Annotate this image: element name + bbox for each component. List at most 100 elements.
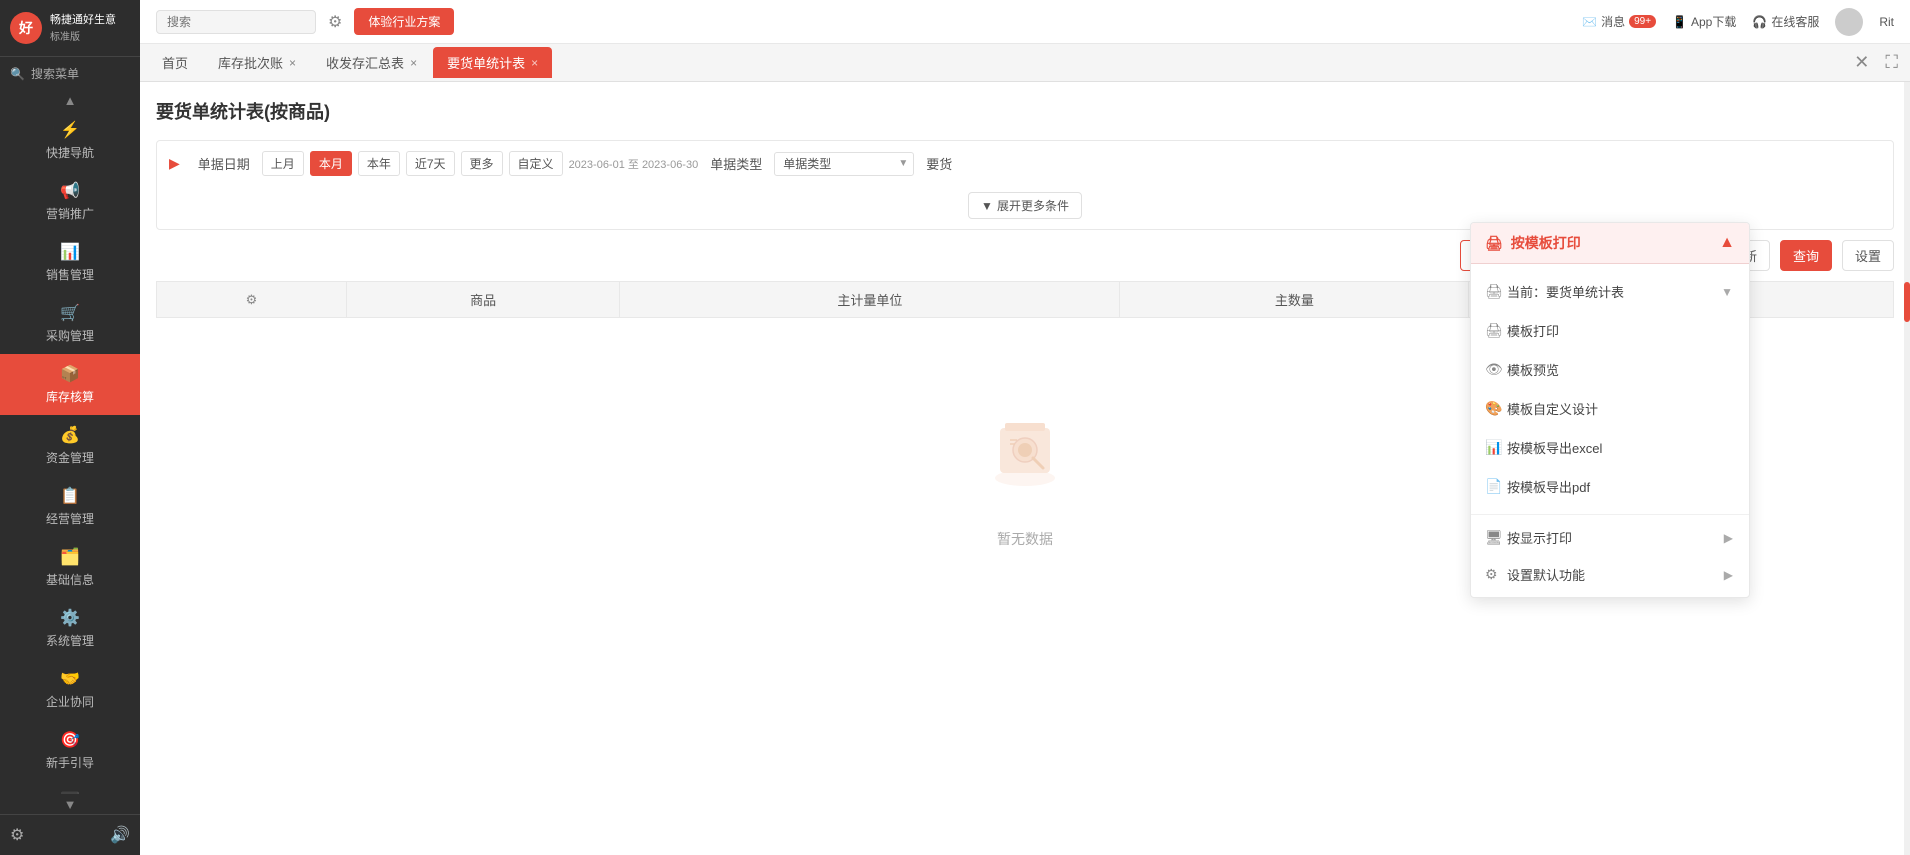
app-download-item[interactable]: 📱 App下载: [1672, 13, 1736, 30]
sidebar-item-enterprise[interactable]: 🤝 企业协同: [0, 659, 140, 720]
order-type-label: 要货: [926, 154, 952, 173]
app-version: 标准版: [50, 28, 116, 43]
support-icon: 🎧: [1752, 15, 1767, 29]
sidebar: 好 畅捷通好生意 标准版 🔍 搜索菜单 ▲ ⚡ 快捷导航 📢 营销推广 📊 销售…: [0, 0, 140, 855]
sidebar-item-operation[interactable]: 📋 经营管理: [0, 476, 140, 537]
date-btn-this-month[interactable]: 本月: [310, 151, 352, 176]
dropdown-close-btn[interactable]: ▲: [1719, 234, 1735, 252]
tab-home[interactable]: 首页: [148, 47, 202, 78]
table-settings-icon[interactable]: ⚙: [246, 292, 258, 307]
filter-expand-label: 展开更多条件: [997, 197, 1069, 214]
sidebar-item-guide[interactable]: 🎯 新手引导: [0, 720, 140, 781]
dropdown-template-export-pdf[interactable]: 📄 按模板导出pdf: [1471, 467, 1749, 506]
guide-icon: 🎯: [60, 730, 80, 750]
date-btn-last-month[interactable]: 上月: [262, 151, 304, 176]
tab-receivable-summary-label: 收发存汇总表: [326, 53, 404, 72]
sidebar-item-label: 系统管理: [46, 632, 94, 649]
date-btn-this-year[interactable]: 本年: [358, 151, 400, 176]
app-logo: 好 畅捷通好生意 标准版: [0, 0, 140, 57]
sidebar-item-label: 经营管理: [46, 510, 94, 527]
current-item-arrow: ▼: [1721, 285, 1733, 299]
sidebar-item-inventory[interactable]: 📦 库存核算: [0, 354, 140, 415]
app-download-icon: 📱: [1672, 15, 1687, 29]
sidebar-item-label: 基础信息: [46, 571, 94, 588]
system-icon: ⚙️: [60, 608, 80, 628]
filter-expand-btn[interactable]: ▼ 展开更多条件: [968, 192, 1082, 219]
sidebar-item-basic[interactable]: 🗂️ 基础信息: [0, 537, 140, 598]
type-filter-select[interactable]: 单据类型: [774, 152, 914, 176]
page-content: 要货单统计表(按商品) ▶ 单据日期 上月 本月 本年 近7天 更多 自定义 2…: [140, 82, 1910, 855]
sidebar-item-system[interactable]: ⚙️ 系统管理: [0, 598, 140, 659]
finance-icon: 💰: [60, 425, 80, 445]
date-btn-custom[interactable]: 自定义: [509, 151, 563, 176]
settings-footer-icon[interactable]: ⚙: [10, 825, 24, 845]
sidebar-nav: ⚡ 快捷导航 📢 营销推广 📊 销售管理 🛒 采购管理 📦 库存核算 💰 资金管…: [0, 110, 140, 794]
template-export-pdf-icon: 📄: [1485, 478, 1502, 495]
sidebar-item-label: 采购管理: [46, 327, 94, 344]
tabbar: 首页 库存批次账 × 收发存汇总表 × 要货单统计表 × ✕ ⛶: [140, 44, 1910, 82]
dropdown-section-display: 🖥 按显示打印 ▶ ⚙ 设置默认功能 ▶: [1471, 514, 1749, 597]
default-func-icon: ⚙: [1485, 566, 1498, 583]
tab-order-stats[interactable]: 要货单统计表 ×: [433, 47, 552, 78]
sidebar-item-quick-nav[interactable]: ⚡ 快捷导航: [0, 110, 140, 171]
settings-label: 设置: [1855, 246, 1881, 265]
dropdown-template-preview[interactable]: 👁 模板预览: [1471, 350, 1749, 389]
tab-order-stats-close[interactable]: ×: [531, 56, 538, 70]
type-filter-label: 单据类型: [710, 154, 762, 173]
logo-icon: 好: [10, 12, 42, 44]
panel-expand-btn[interactable]: ⛶: [1881, 48, 1902, 77]
sidebar-item-purchase[interactable]: 🛒 采购管理: [0, 293, 140, 354]
date-btn-more[interactable]: 更多: [461, 151, 503, 176]
filter-toggle-arrow[interactable]: ▶: [169, 155, 180, 172]
inventory-icon: 📦: [60, 364, 80, 384]
tab-receivable-summary[interactable]: 收发存汇总表 ×: [312, 47, 431, 78]
dropdown-current-item[interactable]: 🖨 当前：要货单统计表 ▼: [1471, 272, 1749, 311]
dropdown-display-print[interactable]: 🖥 按显示打印 ▶: [1471, 519, 1749, 556]
notification-icon: ✉️: [1582, 15, 1597, 29]
topbar-search-input[interactable]: [156, 10, 316, 34]
tab-home-label: 首页: [162, 53, 188, 72]
template-export-excel-label: 按模板导出excel: [1507, 438, 1602, 457]
sidebar-item-label: 新手引导: [46, 754, 94, 771]
dropdown-header: 🖨 按模板打印 ▲: [1471, 223, 1749, 264]
sidebar-item-finance[interactable]: 💰 资金管理: [0, 415, 140, 476]
tab-inventory-batch[interactable]: 库存批次账 ×: [204, 47, 310, 78]
scrollbar[interactable]: [1904, 82, 1910, 855]
search-icon: 🔍: [10, 67, 25, 81]
date-range-display: 2023-06-01 至 2023-06-30: [569, 156, 699, 172]
date-btn-7days[interactable]: 近7天: [406, 151, 455, 176]
sidebar-item-label: 销售管理: [46, 266, 94, 283]
industry-btn[interactable]: 体验行业方案: [354, 8, 454, 35]
topbar-gear-icon[interactable]: ⚙: [328, 12, 342, 32]
template-export-excel-icon: 📊: [1485, 439, 1502, 456]
scrollbar-thumb[interactable]: [1904, 282, 1910, 322]
audio-footer-icon[interactable]: 🔊: [110, 825, 130, 845]
sidebar-item-app-center[interactable]: 🔲 应用中心: [0, 781, 140, 794]
settings-btn[interactable]: 设置: [1842, 240, 1894, 271]
dropdown-template-print[interactable]: 🖨 模板打印: [1471, 311, 1749, 350]
operation-icon: 📋: [60, 486, 80, 506]
sidebar-item-marketing[interactable]: 📢 营销推广: [0, 171, 140, 232]
dropdown-template-export-excel[interactable]: 📊 按模板导出excel: [1471, 428, 1749, 467]
avatar[interactable]: [1835, 8, 1863, 36]
sidebar-search[interactable]: 🔍 搜索菜单: [0, 57, 140, 90]
tab-receivable-summary-close[interactable]: ×: [410, 56, 417, 70]
online-support-label: 在线客服: [1771, 13, 1819, 30]
filter-row: ▶ 单据日期 上月 本月 本年 近7天 更多 自定义 2023-06-01 至 …: [169, 151, 1881, 176]
notification-item[interactable]: ✉️ 消息 99+: [1582, 13, 1656, 30]
query-btn[interactable]: 查询: [1780, 240, 1832, 271]
tab-inventory-batch-close[interactable]: ×: [289, 56, 296, 70]
notification-badge: 99+: [1629, 15, 1656, 28]
sidebar-scroll-down[interactable]: ▼: [0, 794, 140, 814]
online-support-item[interactable]: 🎧 在线客服: [1752, 13, 1819, 30]
sidebar-scroll-up[interactable]: ▲: [0, 90, 140, 110]
enterprise-icon: 🤝: [60, 669, 80, 689]
dropdown-default-func[interactable]: ⚙ 设置默认功能 ▶: [1471, 556, 1749, 593]
sidebar-item-label: 营销推广: [46, 205, 94, 222]
table-header-settings[interactable]: ⚙: [157, 282, 347, 318]
table-header-goods: 商品: [346, 282, 619, 318]
dropdown-template-design[interactable]: 🎨 模板自定义设计: [1471, 389, 1749, 428]
sidebar-item-sales[interactable]: 📊 销售管理: [0, 232, 140, 293]
panel-close-btn[interactable]: ✕: [1850, 48, 1873, 77]
app-download-label: App下载: [1691, 13, 1736, 30]
